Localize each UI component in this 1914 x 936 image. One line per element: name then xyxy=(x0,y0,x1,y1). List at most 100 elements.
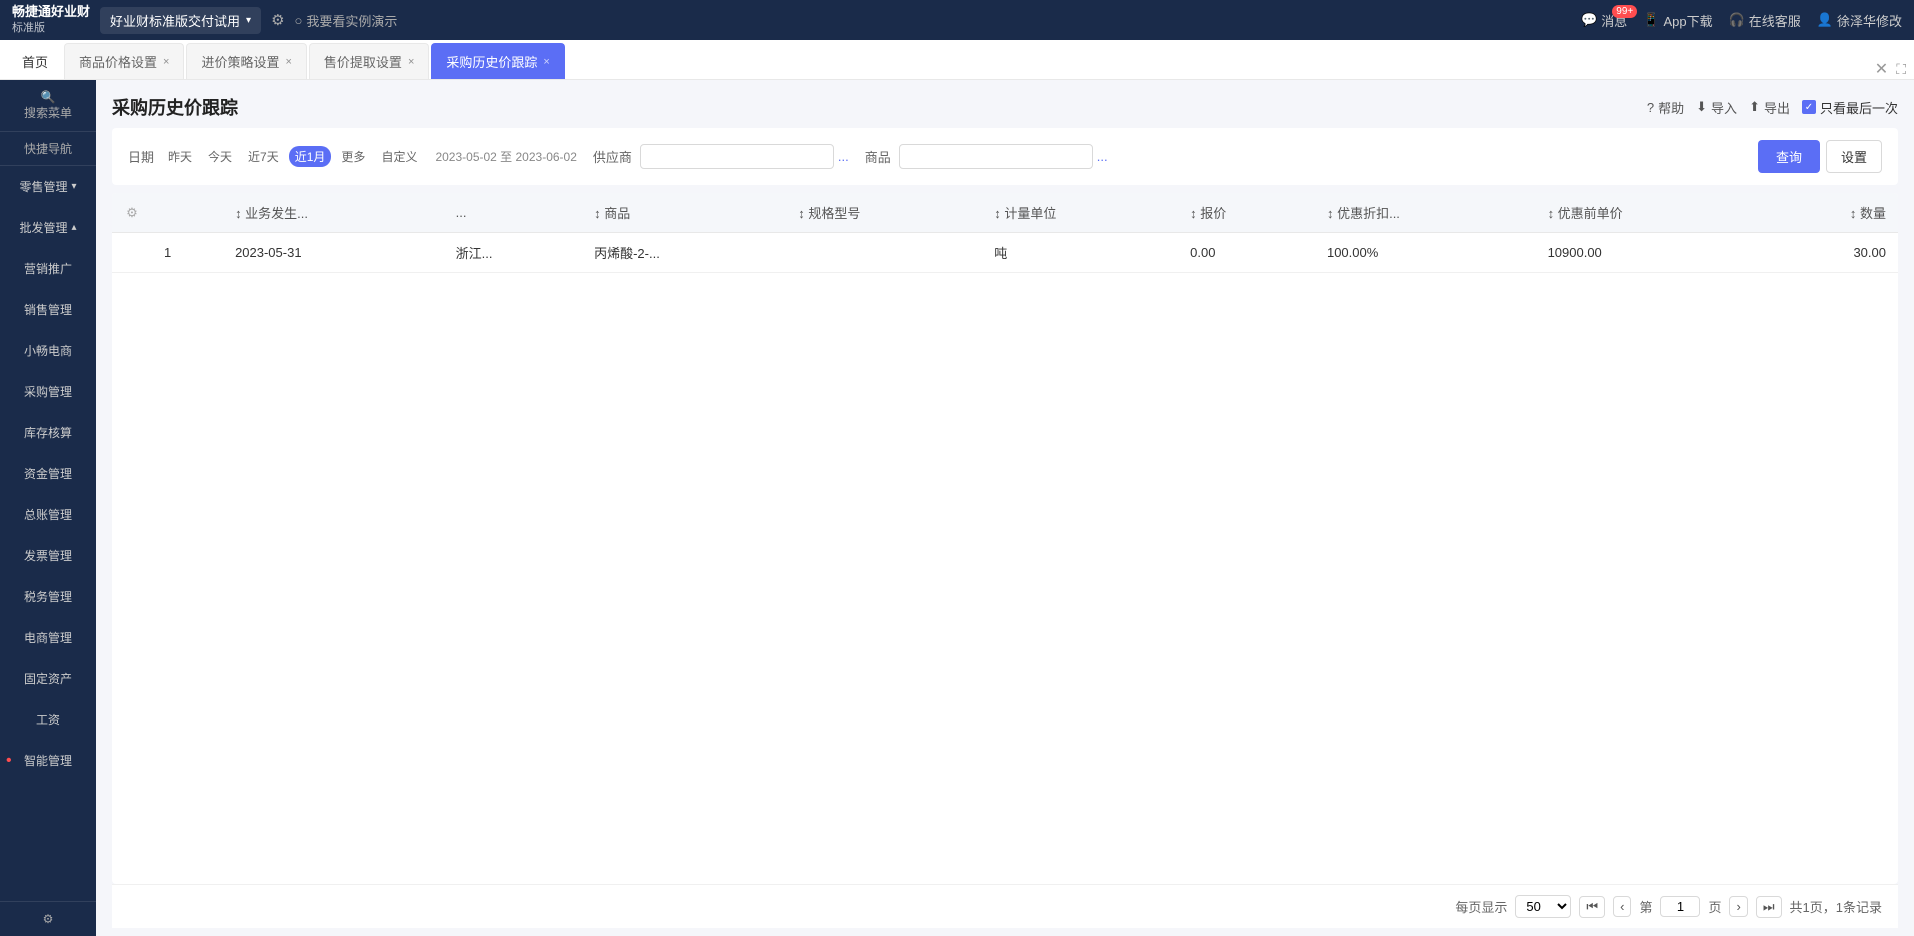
sidebar-salary-label: 工资 xyxy=(36,711,60,728)
user-menu[interactable]: 👤 徐泽华修改 xyxy=(1817,11,1902,30)
sidebar-finance-label: 资金管理 xyxy=(24,465,72,482)
sidebar-inventory-label: 库存核算 xyxy=(24,424,72,441)
sidebar-item-ecommerce[interactable]: 电商管理 xyxy=(0,617,96,658)
help-icon: ? xyxy=(1647,100,1654,115)
tab-close-icon[interactable]: × xyxy=(543,56,549,68)
date-opt-more[interactable]: 更多 xyxy=(335,146,371,167)
last-page-button[interactable]: ⏭ xyxy=(1756,896,1782,918)
table-col-unit[interactable]: ↕ 计量单位 xyxy=(982,193,1178,233)
page-label: 第 xyxy=(1639,897,1652,916)
import-label: 导入 xyxy=(1711,98,1737,117)
sidebar-item-tax[interactable]: 税务管理 xyxy=(0,576,96,617)
mobile-icon: 📱 xyxy=(1643,12,1659,28)
sidebar-item-smart-mgmt[interactable]: 智能管理 xyxy=(0,740,96,781)
tab-product-price[interactable]: 商品价格设置 × xyxy=(64,43,184,79)
settings-button[interactable]: 设置 xyxy=(1826,140,1882,173)
sidebar-item-finance[interactable]: 资金管理 xyxy=(0,453,96,494)
export-button[interactable]: ⬆ 导出 xyxy=(1749,98,1790,117)
table-gear-icon[interactable]: ⚙ xyxy=(126,205,138,220)
chevron-down-icon: ▾ xyxy=(246,15,251,26)
message-button[interactable]: 💬 消息 99+ xyxy=(1581,11,1627,30)
page-actions: ? 帮助 ⬇ 导入 ⬆ 导出 ✓ 只看最后一次 xyxy=(1647,98,1898,117)
sidebar-purchase-label: 采购管理 xyxy=(24,383,72,400)
logo-title: 畅捷通好业财 xyxy=(12,4,90,21)
message-icon: 💬 xyxy=(1581,12,1597,28)
query-button[interactable]: 查询 xyxy=(1758,140,1820,173)
table-col-price[interactable]: ↕ 报价 xyxy=(1178,193,1315,233)
date-options: 昨天 今天 近7天 近1月 更多 自定义 xyxy=(162,146,423,167)
supplier-more-button[interactable]: ... xyxy=(838,149,849,164)
topbar: 畅捷通好业财 标准版 好业财标准版交付试用 ▾ ⚙ ○ 我要看实例演示 💬 消息… xyxy=(0,0,1914,40)
table-col-date[interactable]: ↕ 业务发生... xyxy=(223,193,444,233)
sidebar-item-inventory[interactable]: 库存核算 xyxy=(0,412,96,453)
table-header-row: ⚙ ↕ 业务发生... ... ↕ 商品 ↕ 规格型号 xyxy=(112,193,1898,233)
tab-bar-close-icon[interactable]: ✕ xyxy=(1875,59,1888,79)
checkbox-icon: ✓ xyxy=(1802,100,1816,114)
sidebar-fixed-assets-label: 固定资产 xyxy=(24,670,72,687)
date-opt-last7[interactable]: 近7天 xyxy=(242,146,285,167)
online-service-button[interactable]: 🎧 在线客服 xyxy=(1729,11,1801,30)
sidebar-item-ledger[interactable]: 总账管理 xyxy=(0,494,96,535)
date-opt-last1m[interactable]: 近1月 xyxy=(289,146,332,167)
table-col-pre-discount-price[interactable]: ↕ 优惠前单价 xyxy=(1536,193,1762,233)
data-table: ⚙ ↕ 业务发生... ... ↕ 商品 ↕ 规格型号 xyxy=(112,193,1898,273)
help-button[interactable]: ? 帮助 xyxy=(1647,98,1684,117)
sidebar-marketing-label: 营销推广 xyxy=(24,260,72,277)
version-selector[interactable]: 好业财标准版交付试用 ▾ xyxy=(100,7,261,34)
sidebar-quick-nav[interactable]: 快捷导航 xyxy=(0,132,96,166)
product-more-button[interactable]: ... xyxy=(1097,149,1108,164)
tab-purchase-strategy[interactable]: 进价策略设置 × xyxy=(186,43,306,79)
fullscreen-icon[interactable]: ⛶ xyxy=(1896,61,1906,78)
sidebar-item-marketing[interactable]: 营销推广 xyxy=(0,248,96,289)
row-supplier: 浙江... xyxy=(444,233,582,273)
gear-icon: ⚙ xyxy=(43,912,54,926)
tab-sale-price[interactable]: 售价提取设置 × xyxy=(309,43,429,79)
product-input[interactable] xyxy=(899,144,1093,169)
sidebar-item-fixed-assets[interactable]: 固定资产 xyxy=(0,658,96,699)
tab-home[interactable]: 首页 xyxy=(8,44,62,79)
sidebar-item-salary[interactable]: 工资 xyxy=(0,699,96,740)
tab-close-icon[interactable]: × xyxy=(285,56,291,68)
sidebar: 🔍 搜索菜单 快捷导航 零售管理 ▾ 批发管理 ▴ 营销推广 销售管理 小畅电商… xyxy=(0,80,96,936)
per-page-select[interactable]: 50 20 100 xyxy=(1515,895,1571,918)
sidebar-item-small-ecommerce[interactable]: 小畅电商 xyxy=(0,330,96,371)
date-opt-yesterday[interactable]: 昨天 xyxy=(162,146,198,167)
sidebar-item-invoice[interactable]: 发票管理 xyxy=(0,535,96,576)
demo-button[interactable]: ○ 我要看实例演示 xyxy=(295,11,398,30)
sidebar-item-purchase[interactable]: 采购管理 xyxy=(0,371,96,412)
export-icon: ⬆ xyxy=(1749,99,1760,115)
date-opt-custom[interactable]: 自定义 xyxy=(375,146,423,167)
settings-icon[interactable]: ⚙ xyxy=(271,11,284,29)
sidebar-search[interactable]: 🔍 搜索菜单 xyxy=(0,80,96,132)
sidebar-item-wholesale[interactable]: 批发管理 ▴ xyxy=(0,207,96,248)
tab-close-icon[interactable]: × xyxy=(408,56,414,68)
tab-close-icon[interactable]: × xyxy=(163,56,169,68)
page-number-input[interactable] xyxy=(1660,896,1700,917)
first-page-button[interactable]: ⏮ xyxy=(1579,896,1605,918)
online-service-label: 在线客服 xyxy=(1749,11,1801,30)
next-page-button[interactable]: › xyxy=(1729,896,1747,917)
sidebar-item-retail[interactable]: 零售管理 ▾ xyxy=(0,166,96,207)
chevron-up-icon: ▴ xyxy=(71,222,76,233)
sidebar-smart-mgmt-label: 智能管理 xyxy=(24,752,72,769)
supplier-input[interactable] xyxy=(640,144,834,169)
tab-purchase-history[interactable]: 采购历史价跟踪 × xyxy=(431,43,564,79)
user-name: 徐泽华修改 xyxy=(1837,11,1902,30)
tabbar-right-controls: ✕ ⛶ xyxy=(1875,59,1906,79)
prev-page-button[interactable]: ‹ xyxy=(1613,896,1631,917)
only-last-checkbox[interactable]: ✓ 只看最后一次 xyxy=(1802,98,1898,117)
data-table-wrap: ⚙ ↕ 业务发生... ... ↕ 商品 ↕ 规格型号 xyxy=(112,193,1898,884)
message-badge: 99+ xyxy=(1612,5,1637,18)
table-col-spec[interactable]: ↕ 规格型号 xyxy=(786,193,982,233)
table-col-product[interactable]: ↕ 商品 xyxy=(582,193,786,233)
table-col-discount[interactable]: ↕ 优惠折扣... xyxy=(1315,193,1536,233)
import-button[interactable]: ⬇ 导入 xyxy=(1696,98,1737,117)
table-col-quantity[interactable]: ↕ 数量 xyxy=(1761,193,1898,233)
app-download-label: App下载 xyxy=(1663,11,1712,30)
sidebar-bottom-gear[interactable]: ⚙ xyxy=(0,901,96,936)
topbar-right: 💬 消息 99+ 📱 App下载 🎧 在线客服 👤 徐泽华修改 xyxy=(1581,11,1902,30)
date-opt-today[interactable]: 今天 xyxy=(202,146,238,167)
headset-icon: 🎧 xyxy=(1729,12,1745,28)
app-download-button[interactable]: 📱 App下载 xyxy=(1643,11,1712,30)
sidebar-item-sales[interactable]: 销售管理 xyxy=(0,289,96,330)
